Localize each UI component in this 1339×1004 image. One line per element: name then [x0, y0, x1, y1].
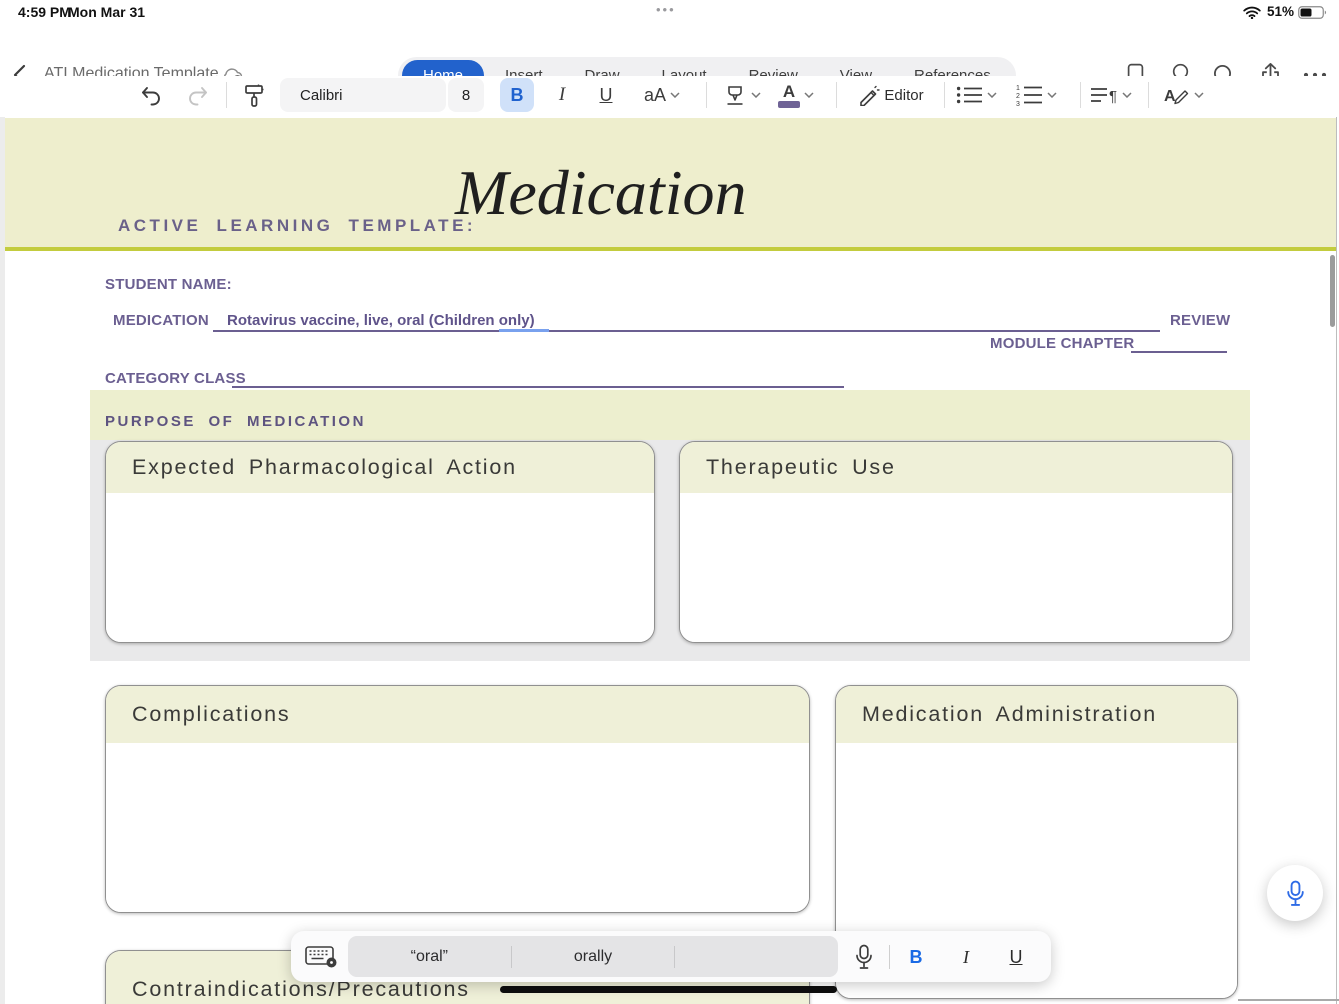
medication-field-line[interactable]: Rotavirus vaccine, live, oral (Children …: [213, 308, 1160, 332]
medication-value-main: Rotavirus vaccine, live, oral (Children: [227, 312, 499, 329]
font-color-swatch: [778, 100, 800, 108]
category-class-field-line[interactable]: [232, 371, 844, 388]
paragraph-formatting-button[interactable]: ¶: [1086, 76, 1136, 114]
bold-button[interactable]: B: [500, 78, 534, 112]
table-hairline: [1238, 999, 1339, 1001]
box-title: Therapeutic Use: [706, 455, 896, 479]
student-name-label: STUDENT NAME:: [105, 276, 232, 293]
quick-underline-button[interactable]: U: [1001, 943, 1031, 971]
status-bar: 4:59 PM Mon Mar 31 ••• 51%: [0, 0, 1339, 24]
box-body-text-area[interactable]: [106, 493, 654, 642]
battery-icon: [1298, 6, 1327, 24]
italic-button[interactable]: I: [546, 76, 578, 114]
format-painter-icon[interactable]: [238, 76, 270, 114]
box-expected-pharmacological-action: Expected Pharmacological Action: [105, 441, 655, 643]
box-title: Expected Pharmacological Action: [132, 455, 517, 479]
change-case-label: aA: [643, 84, 667, 105]
change-case-button[interactable]: aA: [636, 76, 688, 114]
word-ipad-app: 4:59 PM Mon Mar 31 ••• 51% ATI Medicatio…: [0, 0, 1339, 1004]
wifi-icon: [1243, 6, 1261, 24]
editor-label: Editor: [884, 86, 924, 104]
chevron-down-icon: [1194, 92, 1204, 98]
template-title: Medication: [455, 157, 747, 228]
suggestion-divider: [674, 945, 676, 968]
chevron-down-icon: [1122, 92, 1132, 98]
suggestion-option[interactable]: orally: [512, 948, 675, 966]
toolbar-divider: [1080, 82, 1081, 108]
battery-percent: 51%: [1267, 4, 1295, 19]
chevron-down-icon: [751, 92, 761, 98]
chevron-down-icon: [1046, 92, 1057, 98]
quick-italic-button[interactable]: I: [951, 943, 981, 971]
underline-button[interactable]: U: [590, 76, 622, 114]
toolbar-divider: [944, 82, 945, 108]
toolbar-divider: [836, 82, 837, 108]
module-chapter-label: MODULE CHAPTER: [990, 335, 1135, 352]
numbered-list-button[interactable]: 123: [1012, 76, 1060, 114]
font-name-field[interactable]: Calibri: [280, 78, 446, 112]
suggestion-option[interactable]: “oral”: [348, 948, 511, 966]
bullet-list-button[interactable]: [952, 76, 1000, 114]
highlight-color-button[interactable]: [718, 76, 766, 114]
svg-text:3: 3: [1016, 101, 1020, 106]
box-therapeutic-use: Therapeutic Use: [679, 441, 1233, 643]
medication-label: MEDICATION: [113, 312, 209, 329]
undo-icon[interactable]: [136, 76, 166, 114]
format-divider: [889, 945, 890, 969]
box-body-text-area[interactable]: [106, 743, 809, 912]
toolbar-divider: [706, 82, 707, 108]
box-header: Expected Pharmacological Action: [106, 442, 654, 493]
redo-icon[interactable]: [182, 76, 212, 114]
page-right-edge: [1336, 117, 1337, 1004]
category-class-label: CATEGORY CLASS: [105, 370, 246, 387]
editor-pen-icon: [860, 85, 881, 106]
review-label: REVIEW: [1170, 312, 1231, 329]
chevron-down-icon: [986, 92, 997, 98]
svg-text:¶: ¶: [1109, 88, 1117, 105]
status-date: Mon Mar 31: [68, 4, 146, 20]
active-learning-template-label: ACTIVE LEARNING TEMPLATE:: [118, 216, 477, 235]
toolbar-divider: [1148, 82, 1149, 108]
dictation-mic-icon[interactable]: [854, 944, 874, 975]
box-body-text-area[interactable]: [680, 493, 1232, 642]
floating-dictation-button[interactable]: [1267, 865, 1323, 921]
status-time: 4:59 PM: [18, 4, 71, 20]
suggestion-strip: “oral” orally: [348, 936, 838, 977]
font-color-label: A: [782, 81, 796, 101]
font-size-field[interactable]: 8: [448, 78, 484, 112]
box-title: Medication Administration: [862, 702, 1157, 726]
formatting-toolbar: Calibri 8 B I U aA A Editor 1 2 3 ¶ A: [0, 76, 1339, 117]
svg-text:A: A: [1164, 88, 1176, 105]
box-header: Therapeutic Use: [680, 442, 1232, 493]
box-title: Complications: [132, 702, 291, 726]
editor-button[interactable]: Editor: [850, 76, 932, 114]
quick-bold-button[interactable]: B: [901, 943, 931, 971]
font-color-button[interactable]: A: [772, 76, 820, 114]
keyboard-settings-icon[interactable]: [305, 945, 339, 974]
svg-text:1: 1: [1016, 85, 1020, 92]
toolbar-divider: [226, 82, 227, 108]
mic-icon: [1286, 880, 1304, 906]
module-chapter-field-line[interactable]: [1131, 336, 1227, 353]
medication-value-spellcheck: only): [498, 312, 549, 332]
purpose-of-medication-label: PURPOSE OF MEDICATION: [105, 413, 366, 430]
title-bar: ATI Medication Template Home Insert Draw…: [0, 24, 1339, 94]
chevron-down-icon: [670, 92, 680, 98]
multitasking-dots-icon[interactable]: •••: [656, 2, 676, 17]
scrollbar-thumb[interactable]: [1330, 255, 1335, 327]
chevron-down-icon: [804, 92, 814, 98]
keyboard-suggestion-bar: “oral” orally B I U: [291, 931, 1051, 982]
medication-value[interactable]: Rotavirus vaccine, live, oral (Children …: [227, 312, 549, 332]
styles-button[interactable]: A: [1158, 76, 1210, 114]
box-header: Complications: [106, 686, 809, 743]
svg-text:2: 2: [1016, 93, 1020, 100]
box-complications: Complications: [105, 685, 810, 913]
box-header: Medication Administration: [836, 686, 1237, 743]
ink-annotation-line[interactable]: [500, 986, 837, 993]
